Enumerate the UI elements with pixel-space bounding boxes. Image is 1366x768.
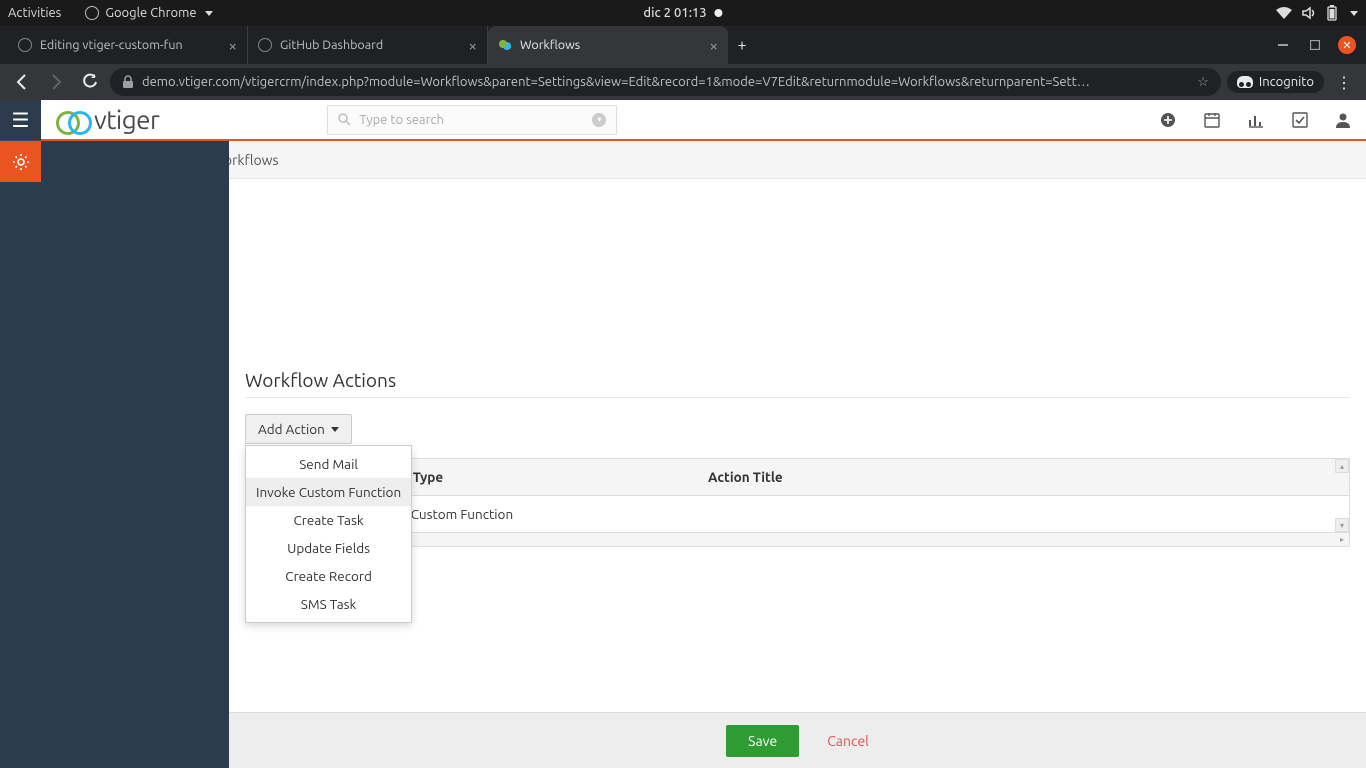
add-record-icon[interactable] bbox=[1160, 112, 1176, 128]
bookmark-star-icon[interactable]: ☆ bbox=[1197, 75, 1209, 90]
dropdown-item-send-mail[interactable]: Send Mail bbox=[246, 450, 411, 478]
scroll-down-icon[interactable]: ▾ bbox=[1335, 518, 1349, 532]
tab-close-button[interactable]: × bbox=[710, 37, 718, 54]
scroll-right-icon: ▸ bbox=[1335, 533, 1349, 546]
active-app-menu[interactable]: Google Chrome bbox=[85, 6, 212, 20]
cell-action-type: Invoke Custom Function bbox=[386, 496, 696, 532]
battery-icon[interactable] bbox=[1326, 5, 1338, 21]
search-icon bbox=[338, 113, 351, 126]
incognito-indicator[interactable]: Incognito bbox=[1227, 71, 1324, 93]
window-close-button[interactable]: ✕ bbox=[1338, 36, 1356, 54]
address-bar[interactable]: demo.vtiger.com/vtigercrm/index.php?modu… bbox=[110, 68, 1221, 96]
caret-down-icon bbox=[331, 427, 339, 432]
left-rail: ☰ bbox=[0, 100, 41, 768]
scroll-up-icon[interactable]: ▴ bbox=[1335, 459, 1349, 473]
user-icon[interactable] bbox=[1336, 112, 1350, 128]
clock-text: dic 2 01:13 bbox=[643, 6, 706, 20]
section-heading: Workflow Actions bbox=[245, 179, 1350, 398]
tab-close-button[interactable]: × bbox=[229, 37, 237, 54]
nav-reload-button[interactable] bbox=[76, 68, 104, 96]
col-header-action-title: Action Title bbox=[696, 459, 1349, 495]
dropdown-item-create-record[interactable]: Create Record bbox=[246, 562, 411, 590]
chrome-toolbar: demo.vtiger.com/vtigercrm/index.php?modu… bbox=[0, 64, 1366, 100]
browser-tab[interactable]: GitHub Dashboard × bbox=[248, 26, 488, 64]
chrome-tab-strip: Editing vtiger-custom-fun × GitHub Dashb… bbox=[0, 26, 1366, 64]
add-action-dropdown-button[interactable]: Add Action Send Mail Invoke Custom Funct… bbox=[245, 414, 352, 444]
topbar-icons bbox=[1160, 112, 1350, 128]
col-header-action-type: Action Type bbox=[386, 459, 696, 495]
main-content: Workflow Actions Add Action Send Mail In… bbox=[229, 179, 1366, 712]
add-action-label: Add Action bbox=[258, 421, 325, 437]
global-search-input[interactable]: Type to search ▾ bbox=[327, 105, 617, 135]
nav-forward-button[interactable] bbox=[42, 68, 70, 96]
volume-icon[interactable] bbox=[1302, 6, 1316, 20]
github-favicon-icon bbox=[18, 38, 32, 52]
chrome-app-icon bbox=[85, 6, 99, 20]
github-favicon-icon bbox=[258, 38, 272, 52]
url-text: demo.vtiger.com/vtigercrm/index.php?modu… bbox=[142, 75, 1189, 89]
browser-tab[interactable]: Editing vtiger-custom-fun × bbox=[8, 26, 248, 64]
dropdown-item-update-fields[interactable]: Update Fields bbox=[246, 534, 411, 562]
logo-text: vtiger bbox=[94, 105, 159, 134]
cancel-link[interactable]: Cancel bbox=[827, 733, 869, 749]
hamburger-menu-button[interactable]: ☰ bbox=[0, 100, 41, 141]
window-minimize-button[interactable] bbox=[1274, 36, 1292, 54]
nav-back-button[interactable] bbox=[8, 68, 36, 96]
tab-title: GitHub Dashboard bbox=[280, 38, 461, 52]
tab-close-button[interactable]: × bbox=[469, 37, 477, 54]
save-button[interactable]: Save bbox=[726, 725, 799, 757]
gnome-top-bar: Activities Google Chrome dic 2 01:13 bbox=[0, 0, 1366, 26]
tab-title: Workflows bbox=[520, 38, 702, 52]
vtiger-favicon-icon bbox=[498, 38, 512, 52]
wifi-icon[interactable] bbox=[1276, 7, 1292, 19]
tab-title: Editing vtiger-custom-fun bbox=[40, 38, 221, 52]
window-maximize-button[interactable] bbox=[1306, 36, 1324, 54]
search-placeholder: Type to search bbox=[359, 113, 444, 127]
reports-icon[interactable] bbox=[1248, 112, 1264, 128]
add-action-dropdown-menu: Send Mail Invoke Custom Function Create … bbox=[245, 445, 412, 623]
infinity-logo-icon bbox=[56, 109, 92, 131]
system-menu-caret-icon[interactable] bbox=[1350, 11, 1358, 16]
vtiger-logo[interactable]: vtiger bbox=[56, 105, 159, 134]
dropdown-item-invoke-custom-function[interactable]: Invoke Custom Function bbox=[246, 478, 411, 506]
clock[interactable]: dic 2 01:13 bbox=[643, 6, 722, 20]
settings-gear-button[interactable] bbox=[0, 141, 41, 182]
new-tab-button[interactable]: + bbox=[728, 26, 756, 64]
dropdown-item-create-task[interactable]: Create Task bbox=[246, 506, 411, 534]
active-app-name: Google Chrome bbox=[105, 6, 196, 20]
search-dropdown-icon[interactable]: ▾ bbox=[592, 113, 606, 127]
dropdown-item-sms-task[interactable]: SMS Task bbox=[246, 590, 411, 618]
cell-action-title bbox=[696, 496, 1349, 532]
calendar-icon[interactable] bbox=[1204, 112, 1220, 128]
notification-dot-icon bbox=[715, 9, 723, 17]
incognito-label: Incognito bbox=[1259, 75, 1314, 89]
app-topbar: vtiger Type to search ▾ bbox=[0, 100, 1366, 141]
caret-down-icon bbox=[205, 11, 213, 16]
lock-icon bbox=[122, 75, 134, 89]
settings-sidebar bbox=[41, 141, 229, 768]
chrome-menu-button[interactable]: ⋮ bbox=[1330, 73, 1358, 92]
form-footer: Save Cancel bbox=[229, 712, 1366, 768]
browser-tab-active[interactable]: Workflows × bbox=[488, 26, 728, 64]
tasks-icon[interactable] bbox=[1292, 112, 1308, 128]
activities-button[interactable]: Activities bbox=[8, 6, 61, 20]
incognito-icon bbox=[1237, 76, 1253, 88]
